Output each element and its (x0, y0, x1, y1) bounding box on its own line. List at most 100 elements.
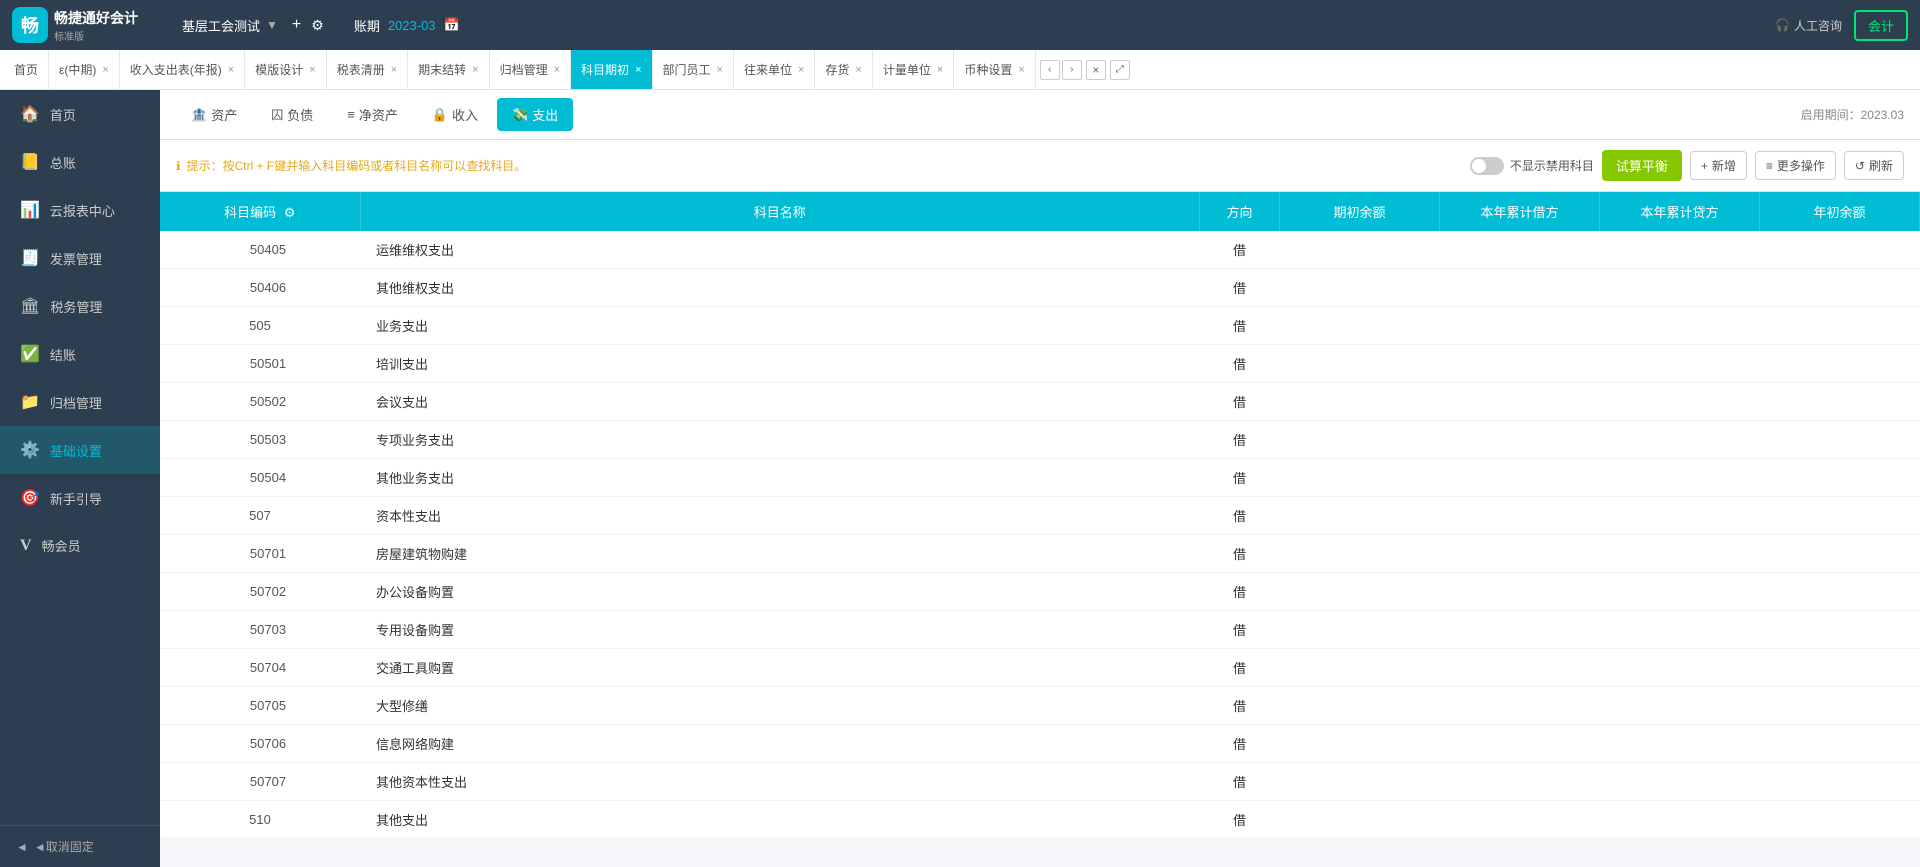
cell-name: 大型修缮 (360, 687, 1200, 725)
project-dropdown-icon[interactable]: ▼ (266, 18, 278, 32)
tab-expand-btn[interactable]: ⤢ (1110, 60, 1130, 80)
sub-tab-assets[interactable]: 🏦 资产 (176, 98, 252, 131)
tab-tax-close[interactable]: × (391, 64, 397, 76)
table-row[interactable]: 50706 信息网络购建 借 (160, 725, 1920, 763)
main-layout: 🏠 首页 📒 总账 📊 云报表中心 🧾 发票管理 🏛 税务管理 ✅ 结账 📁 归… (0, 90, 1920, 867)
cell-code: 50405 (160, 231, 360, 269)
tab-period-end-close[interactable]: × (472, 64, 478, 76)
tab-archive[interactable]: 归档管理 × (490, 50, 571, 90)
col-code-settings-icon[interactable]: ⚙ (284, 205, 296, 220)
table-row[interactable]: 50405 运维维权支出 借 (160, 231, 1920, 269)
tab-unit[interactable]: 计量单位 × (873, 50, 954, 90)
tab-tax[interactable]: 税表清册 × (327, 50, 408, 90)
sub-tab-expenditure[interactable]: 💸 支出 (497, 98, 573, 131)
cell-year-balance (1760, 573, 1920, 611)
cell-name: 其他业务支出 (360, 459, 1200, 497)
toggle-switch[interactable] (1470, 157, 1504, 175)
col-code-label: 科目编码 (224, 205, 276, 220)
tab-template-close[interactable]: × (309, 64, 315, 76)
tab-archive-close[interactable]: × (554, 64, 560, 76)
table-row[interactable]: 50502 会议支出 借 (160, 383, 1920, 421)
cell-balance (1280, 573, 1440, 611)
table-row[interactable]: 50702 办公设备购置 借 (160, 573, 1920, 611)
settings-icon[interactable]: ⚙ (311, 17, 324, 34)
tab-currency-close[interactable]: × (1018, 64, 1024, 76)
tab-subject-init-close[interactable]: × (635, 64, 641, 76)
table-row[interactable]: 50406 其他维权支出 借 (160, 269, 1920, 307)
table-row[interactable]: 507 资本性支出 借 (160, 497, 1920, 535)
tab-template[interactable]: 模版设计 × (245, 50, 326, 90)
tab-middle-close[interactable]: × (102, 64, 108, 76)
tab-subject-init[interactable]: 科目期初 × (571, 50, 652, 90)
table-row[interactable]: 50501 培训支出 借 (160, 345, 1920, 383)
tab-annual[interactable]: 收入支出表(年报) × (120, 50, 245, 90)
tab-home[interactable]: 首页 (4, 50, 49, 90)
tab-contact-close[interactable]: × (798, 64, 804, 76)
sidebar-pin-toggle[interactable]: ◄ ◄取消固定 (0, 825, 160, 867)
sidebar-item-reports[interactable]: 📊 云报表中心 (0, 186, 160, 234)
table-body: 50405 运维维权支出 借 50406 其他维权支出 借 (160, 231, 1920, 839)
tab-period-end[interactable]: 期末结转 × (408, 50, 489, 90)
tab-dept-close[interactable]: × (717, 64, 723, 76)
close-icon: ✅ (20, 344, 40, 364)
tab-prev-btn[interactable]: ‹ (1040, 60, 1060, 80)
table-row[interactable]: 510 其他支出 借 (160, 801, 1920, 839)
cell-debit (1440, 611, 1600, 649)
tab-contact[interactable]: 往来单位 × (734, 50, 815, 90)
tab-inventory[interactable]: 存货 × (815, 50, 872, 90)
expenditure-icon: 💸 (512, 107, 528, 123)
ai-consult-btn[interactable]: 🎧 人工咨询 (1775, 17, 1842, 34)
cell-year-balance (1760, 611, 1920, 649)
sidebar-item-close[interactable]: ✅ 结账 (0, 330, 160, 378)
add-button[interactable]: + 新增 (1690, 151, 1747, 180)
tab-close-all-btn[interactable]: × (1086, 60, 1106, 80)
table-row[interactable]: 50701 房屋建筑物购建 借 (160, 535, 1920, 573)
refresh-button[interactable]: ↺ 刷新 (1844, 151, 1904, 180)
project-name-area[interactable]: 基层工会测试 ▼ + ⚙ (182, 16, 324, 35)
more-button[interactable]: ≡ 更多操作 (1755, 151, 1836, 180)
cell-debit (1440, 497, 1600, 535)
tab-subject-init-label: 科目期初 (581, 61, 629, 78)
tab-middle[interactable]: ε(中期) × (49, 50, 120, 90)
tab-annual-close[interactable]: × (228, 64, 234, 76)
sidebar-item-guide[interactable]: 🎯 新手引导 (0, 474, 160, 522)
balance-button[interactable]: 试算平衡 (1602, 150, 1682, 181)
cell-balance (1280, 307, 1440, 345)
cell-credit (1600, 725, 1760, 763)
sub-tab-net-assets[interactable]: ≡ 净资产 (332, 98, 413, 131)
account-button[interactable]: 会计 (1854, 10, 1908, 41)
sidebar-item-settings[interactable]: ⚙️ 基础设置 (0, 426, 160, 474)
sidebar-item-home[interactable]: 🏠 首页 (0, 90, 160, 138)
cell-debit (1440, 231, 1600, 269)
table-row[interactable]: 50705 大型修缮 借 (160, 687, 1920, 725)
table-row[interactable]: 50704 交通工具购置 借 (160, 649, 1920, 687)
sub-tab-liabilities[interactable]: 囚 负债 (256, 98, 328, 131)
cell-year-balance (1760, 763, 1920, 801)
tab-inventory-close[interactable]: × (855, 64, 861, 76)
sidebar-item-archive[interactable]: 📁 归档管理 (0, 378, 160, 426)
sub-tab-bar: 🏦 资产 囚 负债 ≡ 净资产 🔒 收入 💸 支出 启用期间：2023.03 (160, 90, 1920, 140)
tab-unit-close[interactable]: × (937, 64, 943, 76)
cell-year-balance (1760, 383, 1920, 421)
sidebar-item-member[interactable]: V 畅会员 (0, 522, 160, 569)
cell-direction: 借 (1200, 535, 1280, 573)
table-row[interactable]: 50504 其他业务支出 借 (160, 459, 1920, 497)
tab-currency[interactable]: 币种设置 × (954, 50, 1035, 90)
add-project-icon[interactable]: + (292, 16, 301, 34)
sidebar-item-ledger[interactable]: 📒 总账 (0, 138, 160, 186)
toolbar: ℹ 提示：按Ctrl + F键并输入科目编码或者科目名称可以查找科目。 不显示禁… (160, 140, 1920, 192)
table-row[interactable]: 50707 其他资本性支出 借 (160, 763, 1920, 801)
col-year-balance: 年初余额 (1760, 192, 1920, 231)
sidebar-item-invoice[interactable]: 🧾 发票管理 (0, 234, 160, 282)
cell-balance (1280, 269, 1440, 307)
table-row[interactable]: 505 业务支出 借 (160, 307, 1920, 345)
cell-direction: 借 (1200, 687, 1280, 725)
calendar-icon[interactable]: 📅 (444, 17, 460, 33)
tab-next-btn[interactable]: › (1062, 60, 1082, 80)
table-row[interactable]: 50703 专用设备购置 借 (160, 611, 1920, 649)
table-row[interactable]: 50503 专项业务支出 借 (160, 421, 1920, 459)
sub-tab-income[interactable]: 🔒 收入 (417, 98, 493, 131)
sidebar-item-tax[interactable]: 🏛 税务管理 (0, 282, 160, 330)
invoice-icon: 🧾 (20, 248, 40, 268)
tab-dept[interactable]: 部门员工 × (653, 50, 734, 90)
